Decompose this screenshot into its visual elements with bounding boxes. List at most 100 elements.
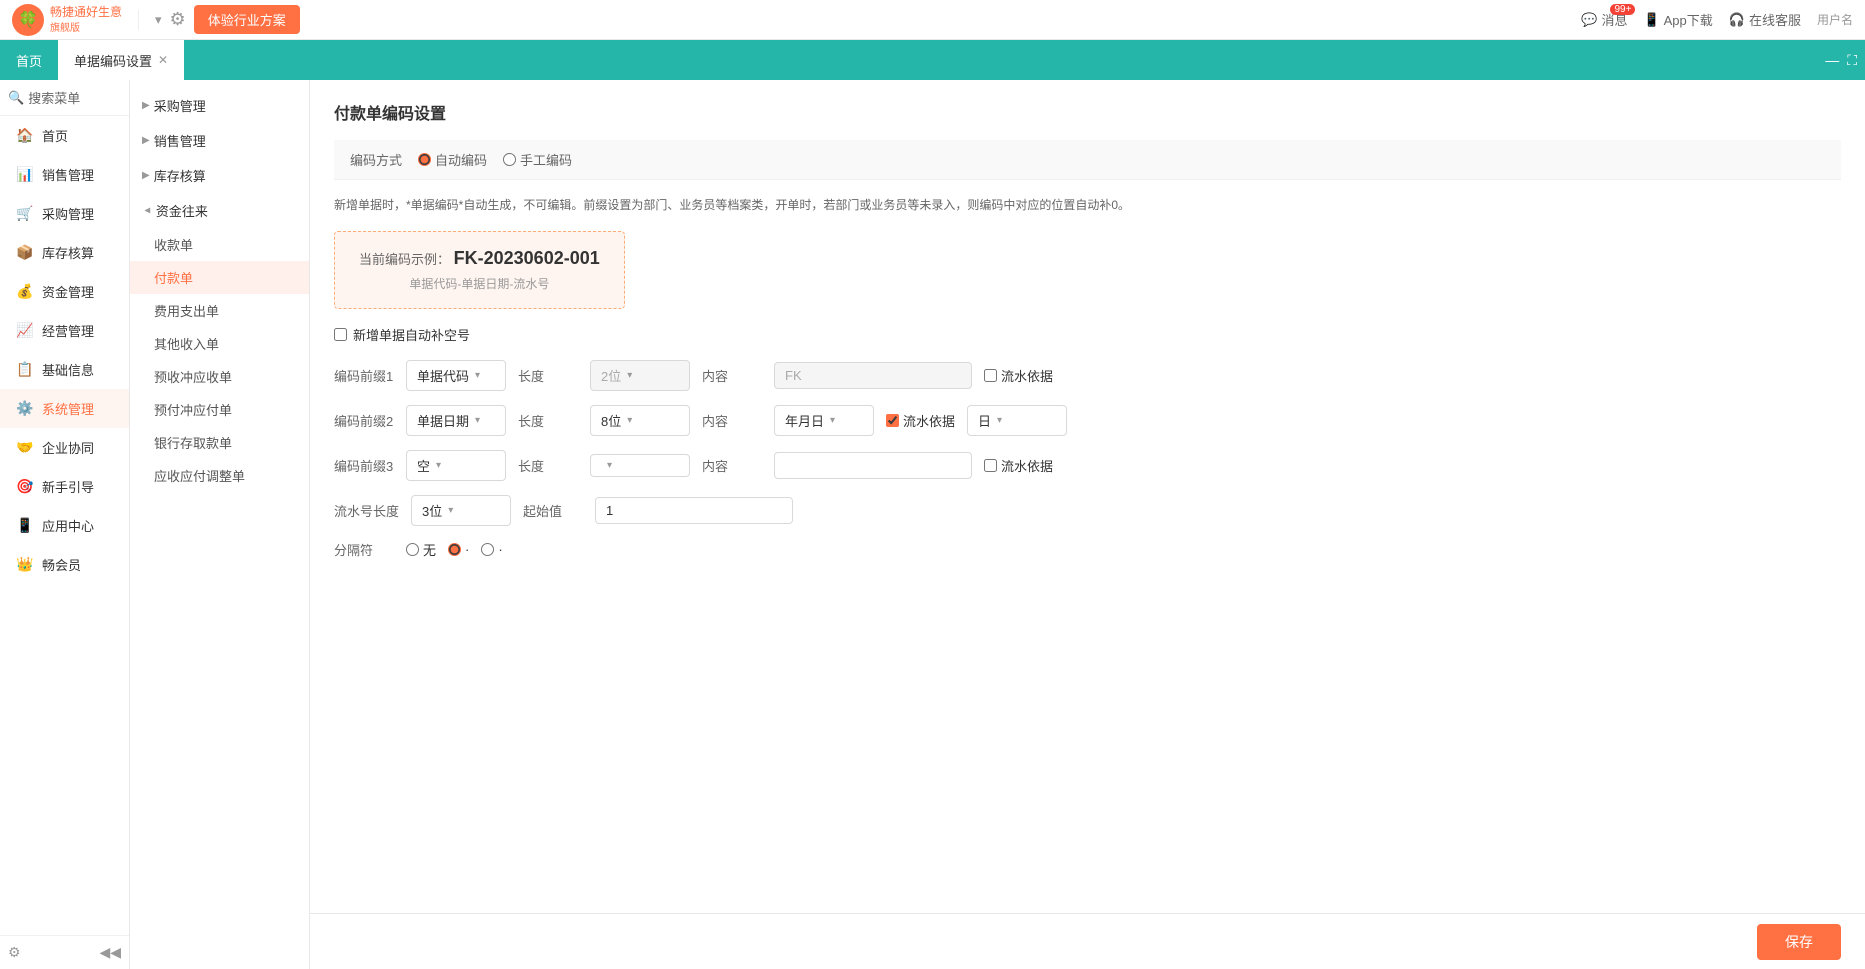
tab-encoding-settings[interactable]: 单据编码设置 ✕ (58, 40, 184, 80)
prefix2-label: 编码前缀2 (334, 411, 394, 430)
prefix3-serial-check[interactable]: 流水依据 (984, 456, 1053, 475)
sidebar-item-finance[interactable]: 💰 资金管理 (0, 272, 129, 311)
sidebar-item-newbie[interactable]: 🎯 新手引导 (0, 467, 129, 506)
collapse-icon[interactable]: ◀◀ (99, 944, 121, 961)
nav-leaf-adjust[interactable]: 应收应付调整单 (130, 459, 309, 492)
auto-fill-checkbox[interactable] (334, 328, 347, 341)
sidebar-item-system[interactable]: ⚙️ 系统管理 (0, 389, 129, 428)
finance-icon: 💰 (16, 283, 34, 301)
nav-group-purchase-header[interactable]: ▶ 采购管理 (130, 88, 309, 123)
start-value-label: 起始值 (523, 501, 583, 520)
prefix1-select[interactable]: 单据代码 ▾ (406, 360, 506, 391)
save-button[interactable]: 保存 (1757, 924, 1841, 960)
sales-icon: 📊 (16, 166, 34, 184)
cooperation-icon: 🤝 (16, 439, 34, 457)
prefix1-content-label: 内容 (702, 366, 762, 385)
newbie-icon: 🎯 (16, 478, 34, 496)
sidebar: 🔍 搜索菜单 🏠 首页 📊 销售管理 🛒 采购管理 📦 库存核算 💰 资金管理 … (0, 80, 130, 969)
start-value-input[interactable] (595, 497, 793, 524)
prefix3-select[interactable]: 空 ▾ (406, 450, 506, 481)
nav-leaf-bank[interactable]: 银行存取款单 (130, 426, 309, 459)
nav-leaf-expense[interactable]: 费用支出单 (130, 294, 309, 327)
serial-length-select[interactable]: 3位 ▾ (411, 495, 511, 526)
trial-btn[interactable]: 体验行业方案 (194, 5, 300, 34)
separator-label: 分隔符 (334, 540, 394, 559)
sidebar-item-member[interactable]: 👑 畅会员 (0, 545, 129, 584)
prefix1-serial-check[interactable]: 流水依据 (984, 366, 1053, 385)
nav-group-capital: ▼ 资金往来 收款单 付款单 费用支出单 其他收入单 预收冲应收单 预付冲应付单… (130, 193, 309, 492)
arrow-down-icon: ▼ (141, 206, 152, 216)
user-menu[interactable]: 用户名 (1817, 11, 1853, 28)
sidebar-item-purchase[interactable]: 🛒 采购管理 (0, 194, 129, 233)
nav-group-capital-header[interactable]: ▼ 资金往来 (130, 193, 309, 228)
auto-encoding-radio[interactable]: 自动编码 (418, 150, 487, 169)
search-menu-btn[interactable]: 🔍 搜索菜单 (0, 80, 129, 116)
prefix2-length-select[interactable]: 8位 ▾ (590, 405, 690, 436)
nav-leaf-income[interactable]: 其他收入单 (130, 327, 309, 360)
manual-encoding-radio[interactable]: 手工编码 (503, 150, 572, 169)
inventory-icon: 📦 (16, 244, 34, 262)
maximize-icon[interactable]: ⛶ (1847, 52, 1857, 69)
purchase-icon: 🛒 (16, 205, 34, 223)
message-btn[interactable]: 💬 消息 99+ (1581, 10, 1627, 29)
member-icon: 👑 (16, 556, 34, 574)
nav-leaf-prepayment-pay[interactable]: 预付冲应付单 (130, 393, 309, 426)
logo-icon: 🍀 (12, 4, 44, 36)
minimize-icon[interactable]: — (1825, 52, 1839, 68)
auto-fill-row: 新增单据自动补空号 (334, 325, 1841, 344)
arrow-icon: ▶ (142, 170, 150, 181)
prefix2-serial-checkbox[interactable] (886, 414, 899, 427)
nav-group-sales: ▶ 销售管理 (130, 123, 309, 158)
sidebar-item-app[interactable]: 📱 应用中心 (0, 506, 129, 545)
prefix1-label: 编码前缀1 (334, 366, 394, 385)
separator-dash-radio[interactable]: · (481, 542, 502, 557)
prefix2-serial-period-select[interactable]: 日 ▾ (967, 405, 1067, 436)
separator-none-radio[interactable]: 无 (406, 540, 436, 559)
tabbar-actions: — ⛶ (1825, 52, 1865, 69)
dropdown-placeholder[interactable]: ▾ (155, 12, 162, 28)
nav-group-inventory-header[interactable]: ▶ 库存核算 (130, 158, 309, 193)
sidebar-item-basic-info[interactable]: 📋 基础信息 (0, 350, 129, 389)
bottom-bar: 保存 (310, 913, 1865, 969)
nav-leaf-receipt[interactable]: 收款单 (130, 228, 309, 261)
separator-dot-radio[interactable]: · (448, 542, 469, 557)
sidebar-item-operations[interactable]: 📈 经营管理 (0, 311, 129, 350)
sidebar-item-home[interactable]: 🏠 首页 (0, 116, 129, 155)
prefix3-length-select[interactable]: ▾ (590, 454, 690, 477)
prefix1-content-input[interactable] (774, 362, 972, 389)
tab-close-icon[interactable]: ✕ (158, 53, 168, 67)
nav-leaf-payment[interactable]: 付款单 (130, 261, 309, 294)
prefix2-content-select[interactable]: 年月日 ▾ (774, 405, 874, 436)
prefix2-row: 编码前缀2 单据日期 ▾ 长度 8位 ▾ 内容 年月日 ▾ (334, 405, 1841, 436)
page-title: 付款单编码设置 (334, 100, 1841, 124)
service-btn[interactable]: 🎧 在线客服 (1729, 10, 1801, 29)
nav-group-sales-header[interactable]: ▶ 销售管理 (130, 123, 309, 158)
prefix1-serial-checkbox[interactable] (984, 369, 997, 382)
sidebar-item-cooperation[interactable]: 🤝 企业协同 (0, 428, 129, 467)
info-text: 新增单据时，*单据编码*自动生成，不可编辑。前缀设置为部门、业务员等档案类，开单… (334, 196, 1841, 215)
app-download-btn[interactable]: 📱 App下载 (1643, 10, 1712, 29)
system-icon: ⚙️ (16, 400, 34, 418)
phone-icon: 📱 (1643, 12, 1659, 28)
prefix3-content-input[interactable] (774, 452, 972, 479)
settings-bottom-icon[interactable]: ⚙ (8, 944, 21, 961)
prefix3-content-label: 内容 (702, 456, 762, 475)
sidebar-item-sales[interactable]: 📊 销售管理 (0, 155, 129, 194)
nav-leaf-prepayment-recv[interactable]: 预收冲应收单 (130, 360, 309, 393)
dropdown-arrow-icon: ▾ (997, 415, 1002, 426)
dropdown-arrow-icon: ▾ (475, 370, 480, 381)
prefix2-serial-check[interactable]: 流水依据 (886, 411, 955, 430)
dropdown-arrow-icon: ▾ (627, 370, 632, 381)
content-area: ▶ 采购管理 ▶ 销售管理 ▶ 库存核算 ▼ 资金往来 (130, 80, 1865, 969)
code-preview-label: 当前编码示例： FK-20230602-001 (359, 248, 600, 269)
prefix3-serial-checkbox[interactable] (984, 459, 997, 472)
prefix2-length-label: 长度 (518, 411, 578, 430)
prefix2-select[interactable]: 单据日期 ▾ (406, 405, 506, 436)
prefix1-length-select[interactable]: 2位 ▾ (590, 360, 690, 391)
separator-row: 分隔符 无 · · (334, 540, 1841, 559)
sidebar-item-inventory[interactable]: 📦 库存核算 (0, 233, 129, 272)
tab-home[interactable]: 首页 (0, 40, 58, 80)
encoding-method-label: 编码方式 (350, 150, 402, 169)
settings-icon[interactable]: ⚙ (170, 9, 186, 30)
main-panel: 付款单编码设置 编码方式 自动编码 手工编码 新增单据时，*单据编码*自动生成，… (310, 80, 1865, 913)
